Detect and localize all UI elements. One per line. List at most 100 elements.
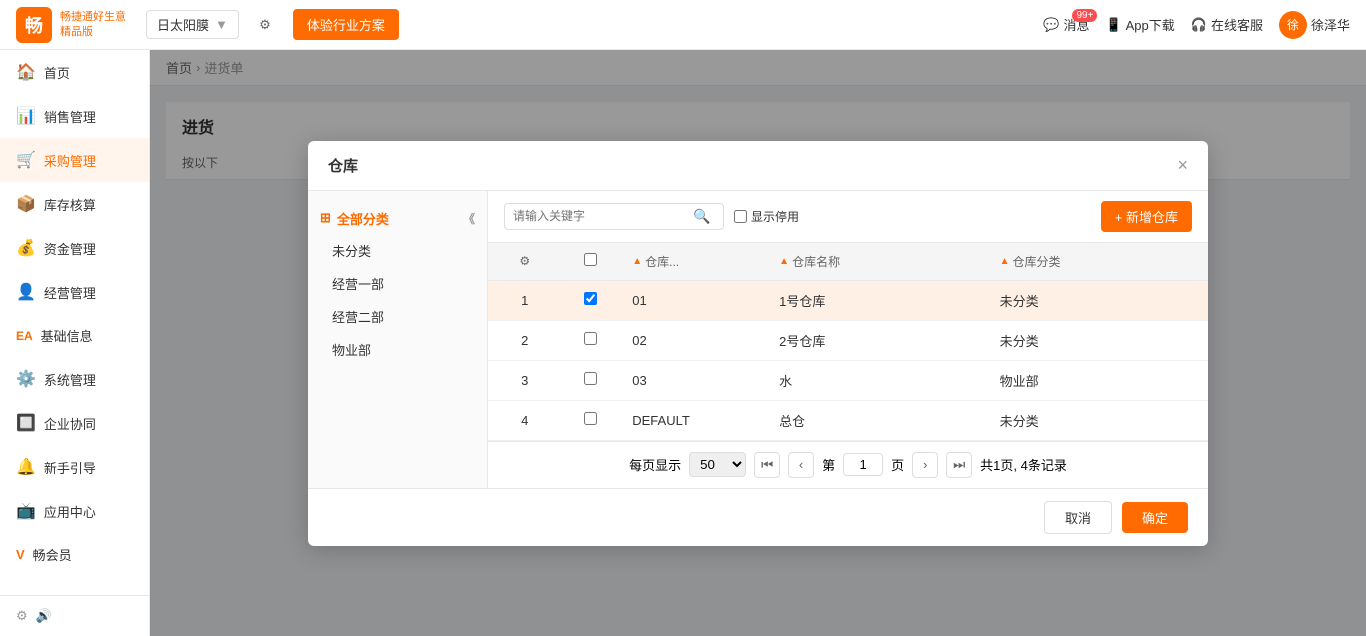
col-category-header: ▲ 仓库分类	[988, 243, 1208, 281]
search-icon[interactable]: 🔍	[693, 208, 710, 225]
category-panel: ⊞ 全部分类 《 未分类 经营一部 经营二部 物业部	[308, 191, 488, 488]
sidebar-item-home[interactable]: 🏠 首页	[0, 50, 149, 94]
per-page-select[interactable]: 50 10 20 100	[689, 452, 746, 477]
inventory-icon: 📦	[16, 194, 36, 214]
sidebar-item-sales[interactable]: 📊 销售管理	[0, 94, 149, 138]
row-name: 1号仓库	[767, 280, 987, 320]
page-number-input[interactable]	[843, 453, 883, 476]
prev-page-button[interactable]: ‹	[788, 452, 814, 478]
avatar: 徐	[1279, 11, 1307, 39]
row-name: 总仓	[767, 400, 987, 440]
trial-button[interactable]: 体验行业方案	[293, 9, 399, 40]
sidebar-item-inventory[interactable]: 📦 库存核算	[0, 182, 149, 226]
category-item-ops1[interactable]: 经营一部	[308, 267, 487, 300]
next-page-button[interactable]: ›	[912, 452, 938, 478]
main-content: 首页 › 进货单 进货 按以下 仓库 ×	[150, 50, 1366, 636]
sidebar-item-finance[interactable]: 💰 资金管理	[0, 226, 149, 270]
table-row[interactable]: 4 DEFAULT 总仓 未分类	[488, 400, 1208, 440]
row-category: 未分类	[988, 400, 1208, 440]
cancel-button[interactable]: 取消	[1044, 501, 1112, 534]
finance-icon: 💰	[16, 238, 36, 258]
row-num: 2	[488, 320, 561, 360]
table-header-row: ⚙ ▲ 仓库...	[488, 243, 1208, 281]
disabled-toggle[interactable]	[734, 210, 747, 223]
enterprise-icon: 🔲	[16, 413, 36, 433]
table-row[interactable]: 3 03 水 物业部	[488, 360, 1208, 400]
row-name: 水	[767, 360, 987, 400]
row-checkbox[interactable]	[584, 292, 597, 305]
operations-icon: 👤	[16, 282, 36, 302]
select-all-checkbox[interactable]	[584, 253, 597, 266]
topbar-right: 💬 消息 99+ 📱 App下载 🎧 在线客服 徐 徐泽华	[1043, 11, 1350, 39]
sidebar: 🏠 首页 📊 销售管理 🛒 采购管理 📦 库存核算 💰 资金管理 👤 经营管理 …	[0, 50, 150, 636]
col-settings-header: ⚙	[488, 243, 561, 281]
online-service-button[interactable]: 🎧 在线客服	[1191, 15, 1263, 34]
guide-icon: 🔔	[16, 457, 36, 477]
category-item-ops2[interactable]: 经营二部	[308, 300, 487, 333]
volume-icon[interactable]: 🔊	[36, 608, 52, 624]
chevron-down-icon: ▼	[215, 17, 228, 32]
purchase-icon: 🛒	[16, 150, 36, 170]
collapse-category-button[interactable]: 《	[463, 210, 475, 227]
modal-overlay: 仓库 × ⊞ 全部分类 《 未分类 经营一部 经营二部	[150, 50, 1366, 636]
confirm-button[interactable]: 确定	[1122, 502, 1188, 533]
row-code: 01	[620, 280, 767, 320]
category-all-label[interactable]: 全部分类	[337, 209, 389, 228]
sidebar-item-purchase[interactable]: 🛒 采购管理	[0, 138, 149, 182]
row-code: 02	[620, 320, 767, 360]
basic-icon: EA	[16, 329, 33, 343]
add-warehouse-button[interactable]: + 新增仓库	[1101, 201, 1192, 232]
last-page-button[interactable]: ⏭	[946, 452, 972, 478]
modal-title: 仓库	[328, 155, 358, 176]
show-disabled-checkbox[interactable]: 显示停用	[734, 208, 799, 225]
category-header: ⊞ 全部分类 《	[308, 203, 487, 234]
row-checkbox[interactable]	[584, 372, 597, 385]
sidebar-item-basic[interactable]: EA 基础信息	[0, 314, 149, 357]
sidebar-item-member[interactable]: V 畅会员	[0, 533, 149, 576]
category-item-unclassified[interactable]: 未分类	[308, 234, 487, 267]
total-info: 共1页, 4条记录	[980, 455, 1067, 474]
settings-bottom-icon[interactable]: ⚙	[16, 608, 28, 624]
service-icon: 🎧	[1191, 17, 1207, 33]
warehouse-table: ⚙ ▲ 仓库...	[488, 243, 1208, 441]
col-checkbox-header	[561, 243, 620, 281]
row-checkbox[interactable]	[584, 332, 597, 345]
modal-close-button[interactable]: ×	[1177, 156, 1188, 174]
sidebar-item-system[interactable]: ⚙️ 系统管理	[0, 357, 149, 401]
home-icon: 🏠	[16, 62, 36, 82]
row-num: 1	[488, 280, 561, 320]
row-code: 03	[620, 360, 767, 400]
grid-icon: ⊞	[320, 210, 331, 226]
search-input[interactable]	[513, 209, 693, 223]
messages-button[interactable]: 💬 消息 99+	[1043, 15, 1089, 34]
page-suffix: 页	[891, 455, 904, 474]
sort-code-icon[interactable]: ▲	[632, 256, 642, 267]
first-page-button[interactable]: ⏮	[754, 452, 780, 478]
row-name: 2号仓库	[767, 320, 987, 360]
row-checkbox[interactable]	[584, 412, 597, 425]
gear-icon[interactable]: ⚙	[249, 9, 281, 41]
sidebar-item-enterprise[interactable]: 🔲 企业协同	[0, 401, 149, 445]
sort-category-icon[interactable]: ▲	[1000, 256, 1010, 267]
sidebar-item-operations[interactable]: 👤 经营管理	[0, 270, 149, 314]
sort-name-icon[interactable]: ▲	[779, 256, 789, 267]
table-row[interactable]: 1 01 1号仓库 未分类	[488, 280, 1208, 320]
category-item-property[interactable]: 物业部	[308, 333, 487, 366]
sidebar-item-guide[interactable]: 🔔 新手引导	[0, 445, 149, 489]
user-menu[interactable]: 徐 徐泽华	[1279, 11, 1350, 39]
topbar: 畅 畅捷通好生意 精品版 日太阳膜 ▼ ⚙ 体验行业方案 💬 消息 99+ 📱 …	[0, 0, 1366, 50]
row-checkbox-cell	[561, 360, 620, 400]
row-category: 物业部	[988, 360, 1208, 400]
table-row[interactable]: 2 02 2号仓库 未分类	[488, 320, 1208, 360]
search-box: 🔍	[504, 203, 724, 230]
warehouse-modal: 仓库 × ⊞ 全部分类 《 未分类 经营一部 经营二部	[308, 141, 1208, 546]
table-panel: 🔍 显示停用 + 新增仓库	[488, 191, 1208, 488]
row-category: 未分类	[988, 320, 1208, 360]
store-selector[interactable]: 日太阳膜 ▼	[146, 10, 239, 39]
sidebar-item-app-center[interactable]: 📺 应用中心	[0, 489, 149, 533]
app-brand: 畅捷通好生意 精品版	[60, 10, 126, 39]
app-download-button[interactable]: 📱 App下载	[1105, 15, 1174, 34]
modal-footer: 取消 确定	[308, 488, 1208, 546]
modal-header: 仓库 ×	[308, 141, 1208, 191]
app-icon: 📱	[1105, 17, 1121, 33]
